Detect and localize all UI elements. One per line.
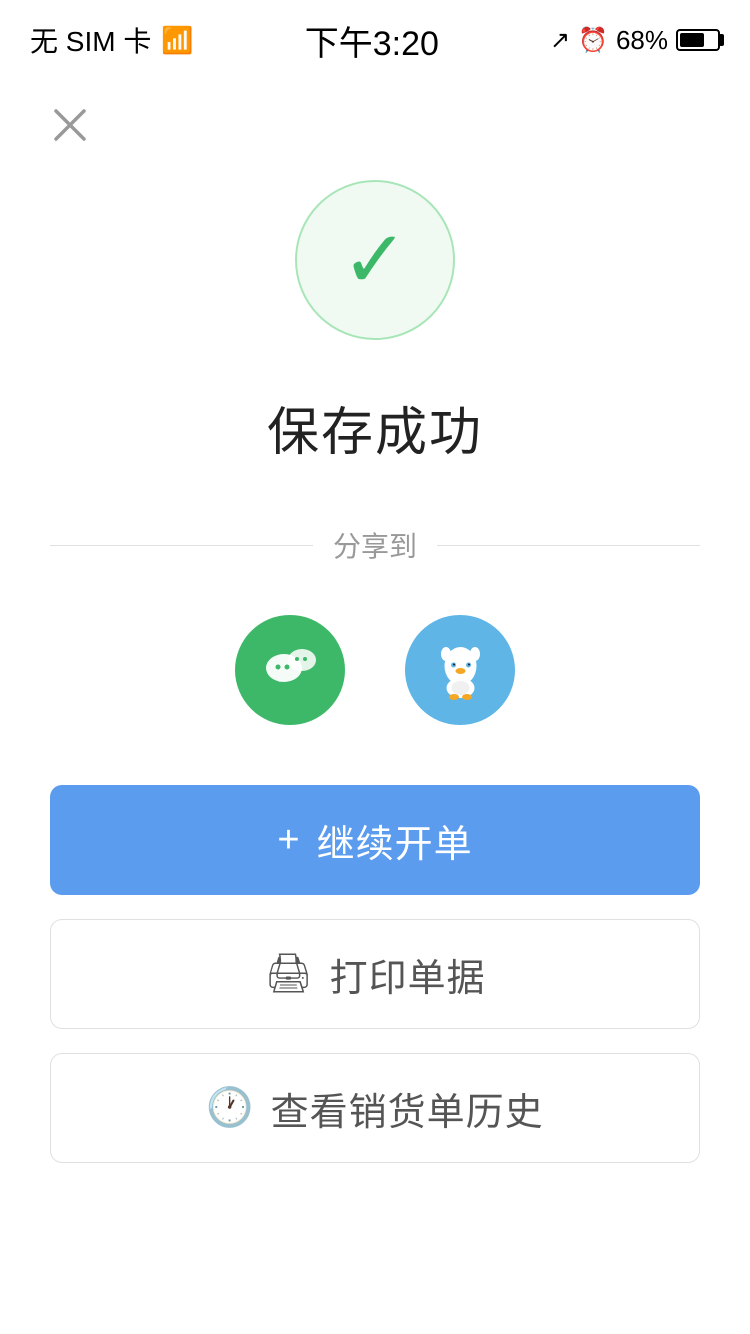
wifi-icon: 📶 (161, 25, 193, 56)
qq-share-button[interactable] (405, 615, 515, 725)
close-button[interactable] (40, 95, 100, 155)
share-divider: 分享到 (50, 525, 700, 565)
plus-icon: + (277, 821, 300, 859)
main-content: ✓ 保存成功 分享到 (0, 80, 750, 1163)
history-button[interactable]: 🕐 查看销货单历史 (50, 1053, 700, 1163)
print-button[interactable]: 🖨 打印单据 (50, 919, 700, 1029)
print-icon: 🖨 (264, 952, 313, 996)
carrier-text: 无 SIM 卡 (30, 20, 151, 60)
status-bar: 无 SIM 卡 📶 下午3:20 ↗ ⏰ 68% (0, 0, 750, 80)
success-title: 保存成功 (267, 390, 483, 465)
history-icon: 🕐 (206, 1086, 254, 1130)
continue-button[interactable]: + 继续开单 (50, 785, 700, 895)
location-icon: ↗ (550, 26, 570, 55)
success-circle: ✓ (295, 180, 455, 340)
history-label: 查看销货单历史 (271, 1081, 544, 1136)
share-icons (50, 615, 700, 725)
continue-label: 继续开单 (317, 813, 473, 868)
status-right: ↗ ⏰ 68% (550, 25, 720, 56)
divider-line-left (50, 545, 313, 546)
battery-icon (676, 29, 720, 51)
alarm-icon: ⏰ (578, 26, 608, 55)
battery-fill (680, 33, 704, 47)
share-label: 分享到 (313, 525, 437, 565)
buttons-section: + 继续开单 🖨 打印单据 🕐 查看销货单历史 (0, 785, 750, 1163)
status-time: 下午3:20 (305, 16, 439, 65)
checkmark-icon: ✓ (341, 220, 408, 300)
status-carrier: 无 SIM 卡 📶 (30, 20, 194, 60)
battery-text: 68% (616, 25, 668, 56)
divider-line-right (437, 545, 700, 546)
print-label: 打印单据 (330, 947, 486, 1002)
wechat-share-button[interactable] (235, 615, 345, 725)
share-section: 分享到 (0, 525, 750, 725)
